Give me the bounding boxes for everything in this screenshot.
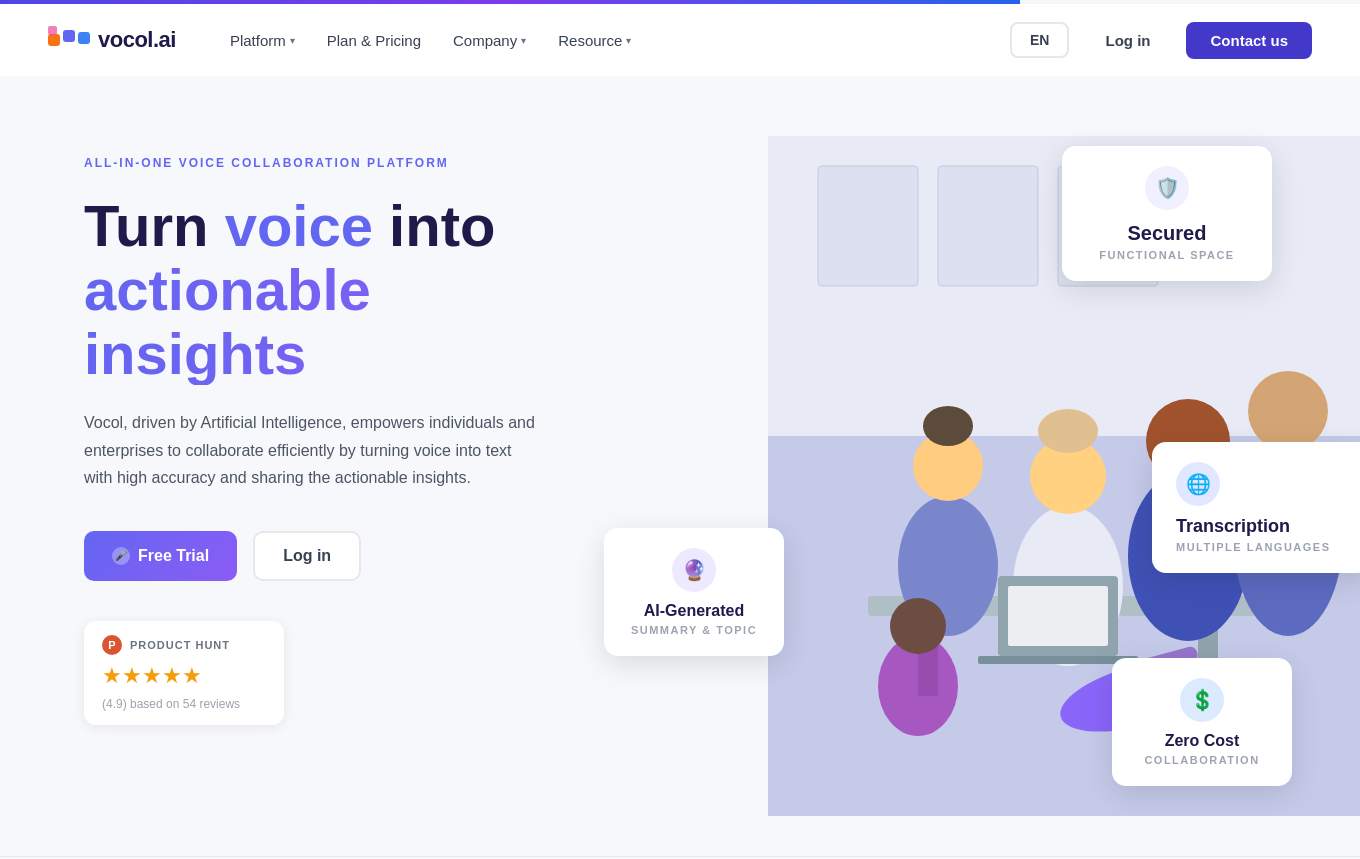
nav-platform[interactable]: Platform ▾ [216,24,309,57]
dollar-icon: 💲 [1180,678,1224,722]
hero-visual: 🛡️ Secured FUNCTIONAL SPACE 🔮 AI-Generat… [624,136,1312,816]
login-button[interactable]: Log in [1081,22,1174,59]
hero-login-button[interactable]: Log in [253,531,361,581]
hero-actions: 🎤 Free Trial Log in [84,531,604,581]
zero-cost-subtitle: COLLABORATION [1136,754,1268,766]
ai-generated-card: 🔮 AI-Generated SUMMARY & TOPIC [604,528,784,656]
shield-icon: 🛡️ [1145,166,1189,210]
hero-description: Vocol, driven by Artificial Intelligence… [84,409,544,491]
chevron-down-icon: ▾ [290,35,295,46]
microphone-icon: 🎤 [112,547,130,565]
svg-rect-1 [48,26,57,35]
secured-card-subtitle: FUNCTIONAL SPACE [1086,249,1248,261]
ai-icon: 🔮 [672,548,716,592]
nav-pricing-label: Plan & Pricing [327,32,421,49]
nav-company-label: Company [453,32,517,49]
secured-card-title: Secured [1086,222,1248,245]
svg-rect-2 [63,30,75,42]
logo-icon [48,26,90,54]
svg-point-15 [923,406,973,446]
svg-rect-0 [48,34,60,46]
ph-rating: (4.9) based on 54 reviews [102,697,266,711]
svg-point-18 [1038,409,1098,453]
translate-icon: 🌐 [1176,462,1220,506]
free-trial-label: Free Trial [138,547,209,565]
product-hunt-badge: P PRODUCT HUNT ★★★★★ (4.9) based on 54 r… [84,621,284,725]
zero-cost-card: 💲 Zero Cost COLLABORATION [1112,658,1292,786]
ai-card-subtitle: SUMMARY & TOPIC [628,624,760,636]
navbar: vocol.ai Platform ▾ Plan & Pricing Compa… [0,4,1360,76]
ai-card-title: AI-Generated [628,602,760,620]
svg-rect-24 [1008,586,1108,646]
ph-label: PRODUCT HUNT [130,639,230,651]
ph-header: P PRODUCT HUNT [102,635,266,655]
secured-card: 🛡️ Secured FUNCTIONAL SPACE [1062,146,1272,281]
svg-rect-3 [78,32,90,44]
nav-platform-label: Platform [230,32,286,49]
transcription-card: 🌐 Transcription MULTIPLE LANGUAGES [1152,442,1360,573]
svg-rect-8 [938,166,1038,286]
hero-content: ALL-IN-ONE VOICE COLLABORATION PLATFORM … [84,136,604,725]
svg-point-27 [890,598,946,654]
svg-rect-7 [818,166,918,286]
language-button[interactable]: EN [1010,22,1069,58]
nav-pricing[interactable]: Plan & Pricing [313,24,435,57]
logo-text: vocol.ai [98,27,176,53]
zero-cost-title: Zero Cost [1136,732,1268,750]
eyebrow-text: ALL-IN-ONE VOICE COLLABORATION PLATFORM [84,156,604,170]
navbar-right: EN Log in Contact us [1010,22,1312,59]
ph-stars: ★★★★★ [102,663,266,689]
transcription-card-title: Transcription [1176,516,1348,537]
hero-section: ALL-IN-ONE VOICE COLLABORATION PLATFORM … [0,76,1360,856]
product-hunt-logo: P [102,635,122,655]
contact-button[interactable]: Contact us [1186,22,1312,59]
chevron-down-icon-2: ▾ [521,35,526,46]
hero-title: Turn voice intoactionable insights [84,194,604,385]
free-trial-button[interactable]: 🎤 Free Trial [84,531,237,581]
svg-point-22 [1248,371,1328,451]
chevron-down-icon-3: ▾ [626,35,631,46]
nav-company[interactable]: Company ▾ [439,24,540,57]
transcription-card-subtitle: MULTIPLE LANGUAGES [1176,541,1348,553]
nav-links: Platform ▾ Plan & Pricing Company ▾ Reso… [216,24,645,57]
logo[interactable]: vocol.ai [48,26,176,54]
nav-resource-label: Resource [558,32,622,49]
nav-resource[interactable]: Resource ▾ [544,24,645,57]
navbar-left: vocol.ai Platform ▾ Plan & Pricing Compa… [48,24,645,57]
